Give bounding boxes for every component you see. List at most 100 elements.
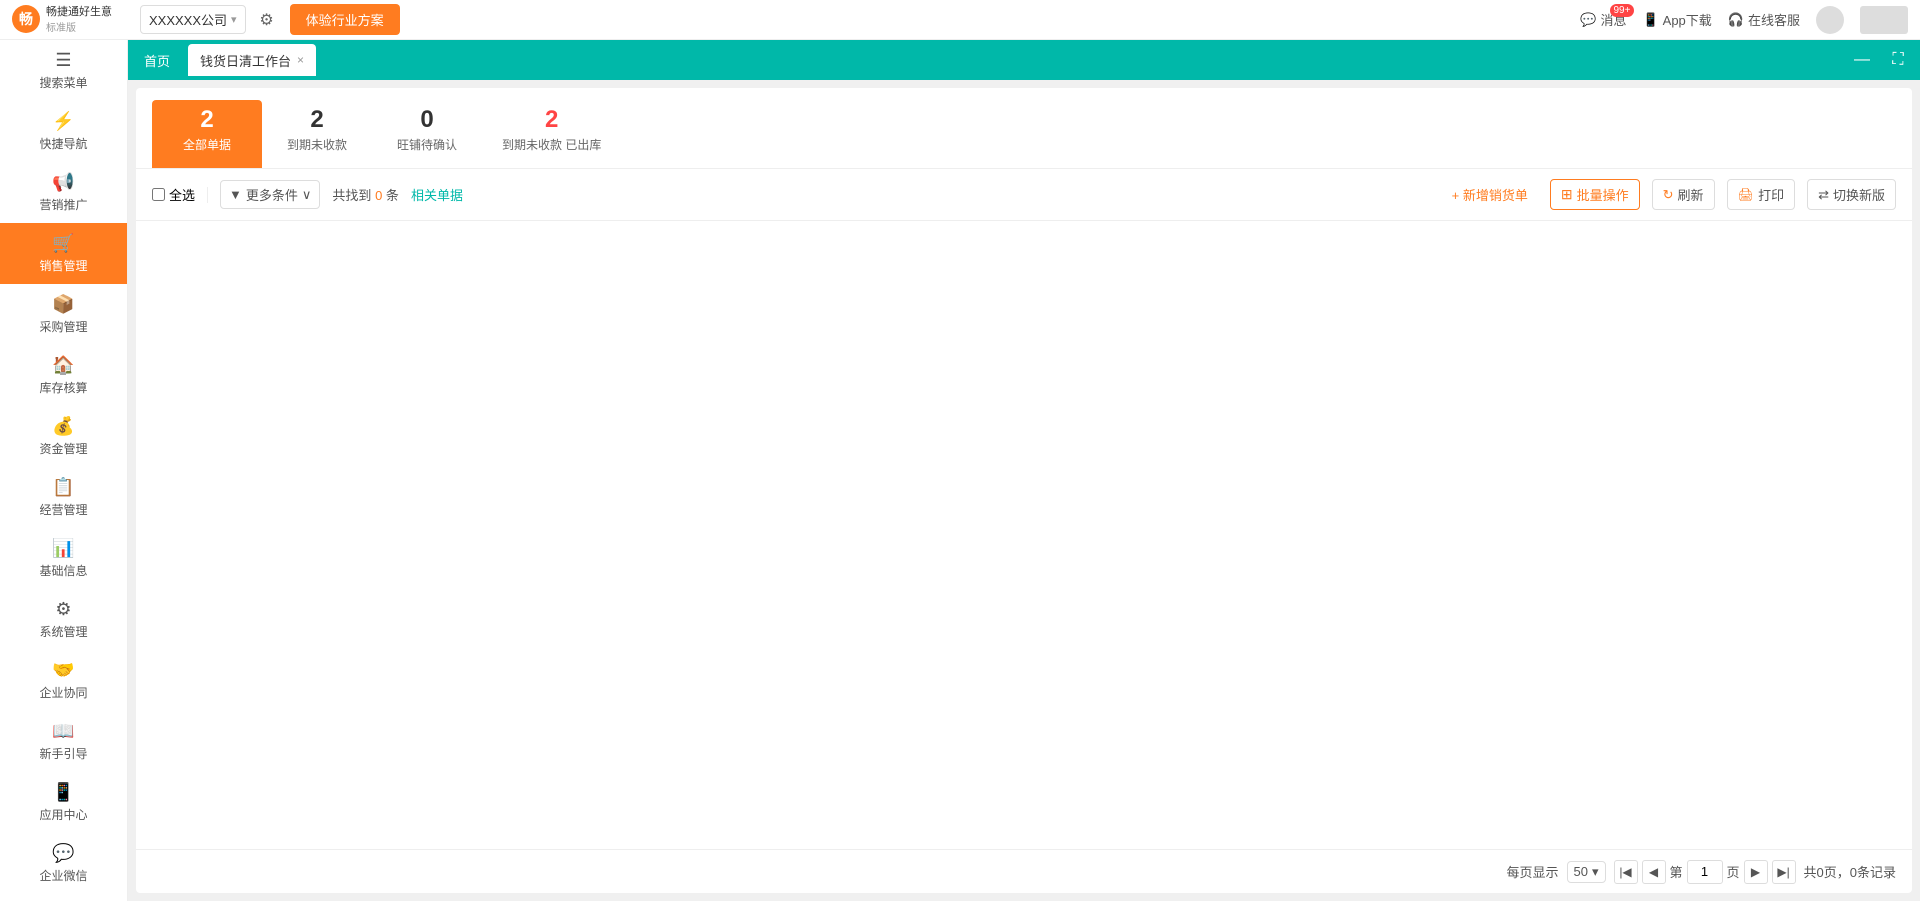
sales-icon: 🛒 <box>52 233 74 254</box>
select-all-checkbox[interactable]: 全选 <box>152 185 195 204</box>
sidebar-item-basic-info[interactable]: 📊 基础信息 <box>0 528 127 589</box>
messages-button[interactable]: 💬 消息 99+ <box>1580 10 1626 29</box>
sidebar-item-system[interactable]: ⚙ 系统管理 <box>0 589 127 650</box>
stat-tab-shipped[interactable]: 2 到期未收款 已出库 <box>482 100 621 168</box>
purchase-icon: 📦 <box>52 294 74 315</box>
select-all-label: 全选 <box>169 185 195 204</box>
tab-bar-actions: — ⛶ <box>1848 46 1920 74</box>
maximize-button[interactable]: ⛶ <box>1884 46 1912 74</box>
sidebar-item-marketing[interactable]: 📢 营销推广 <box>0 162 127 223</box>
stat-num-shipped: 2 <box>545 106 558 134</box>
switch-label: 切换新版 <box>1833 185 1885 204</box>
collaboration-icon: 🤝 <box>52 660 74 681</box>
filter-button[interactable]: ▼ 更多条件 ∨ <box>220 180 320 209</box>
operations-icon: 📋 <box>52 477 74 498</box>
avatar[interactable] <box>1816 6 1844 34</box>
sidebar-label-sales: 销售管理 <box>39 257 87 274</box>
refresh-icon: ↻ <box>1663 187 1674 203</box>
found-text: 共找到 0 条 <box>332 185 399 204</box>
sidebar-label-guide: 新手引导 <box>39 745 87 762</box>
batch-icon: ⊞ <box>1561 186 1573 203</box>
total-info: 共0页，0条记录 <box>1804 862 1896 881</box>
marketing-icon: 📢 <box>52 172 74 193</box>
sidebar-label-search: 搜索菜单 <box>39 74 87 91</box>
sidebar-item-operations[interactable]: 📋 经营管理 <box>0 467 127 528</box>
online-service-button[interactable]: 🎧 在线客服 <box>1728 10 1800 29</box>
sidebar-item-purchase[interactable]: 📦 采购管理 <box>0 284 127 345</box>
settings-button[interactable]: ⚙ <box>252 5 282 35</box>
stat-num-overdue: 2 <box>310 106 323 134</box>
top-header: 畅 畅捷通好生意 标准版 XXXXXX公司 ▾ ⚙ 体验行业方案 💬 消息 99… <box>0 0 1920 40</box>
switch-icon: ⇄ <box>1818 187 1829 203</box>
related-bills-link[interactable]: 相关单据 <box>411 185 463 204</box>
logo-title: 畅捷通好生意 <box>46 5 112 19</box>
company-selector[interactable]: XXXXXX公司 ▾ <box>140 5 246 34</box>
stat-num-wangpu: 0 <box>420 106 433 134</box>
tab-close-button[interactable]: × <box>297 53 304 67</box>
guide-icon: 📖 <box>52 721 74 742</box>
next-page-button[interactable]: ▶ <box>1744 860 1768 884</box>
stat-tab-overdue[interactable]: 2 到期未收款 <box>262 100 372 168</box>
select-all-input[interactable] <box>152 188 165 201</box>
tab-page-label: 钱货日清工作台 <box>200 51 291 70</box>
batch-operations-button[interactable]: ⊞ 批量操作 <box>1550 179 1640 210</box>
app-download-button[interactable]: 📱 App下载 <box>1642 10 1711 29</box>
page-suffix: 页 <box>1727 862 1740 881</box>
filter-chevron-icon: ∨ <box>302 187 312 203</box>
stat-label-overdue: 到期未收款 <box>287 136 347 153</box>
page-size-selector[interactable]: 50 ▾ <box>1567 861 1606 883</box>
tab-current-page[interactable]: 钱货日清工作台 × <box>188 44 316 76</box>
stat-tab-all[interactable]: 2 全部单据 <box>152 100 262 168</box>
app-icon: 📱 <box>1642 12 1658 28</box>
page-input[interactable] <box>1687 860 1723 884</box>
sidebar-item-wechat[interactable]: 💬 企业微信 <box>0 833 127 894</box>
minimize-button[interactable]: — <box>1848 46 1876 74</box>
search-menu-icon: ☰ <box>55 50 71 71</box>
logo-icon: 畅 <box>12 5 40 33</box>
chevron-down-icon: ▾ <box>231 13 237 26</box>
print-label: 打印 <box>1758 185 1784 204</box>
print-button[interactable]: 🖨 打印 <box>1727 179 1796 210</box>
sidebar-label-basic-info: 基础信息 <box>39 562 87 579</box>
tab-home[interactable]: 首页 <box>128 40 186 80</box>
stat-label-wangpu: 旺铺待确认 <box>397 136 457 153</box>
sidebar-label-operations: 经营管理 <box>39 501 87 518</box>
sidebar-item-app-center[interactable]: 📱 应用中心 <box>0 772 127 833</box>
finance-icon: 💰 <box>52 416 74 437</box>
first-page-button[interactable]: |◀ <box>1614 860 1638 884</box>
sidebar-item-quick[interactable]: ⚡ 快捷导航 <box>0 101 127 162</box>
sidebar-item-search[interactable]: ☰ 搜索菜单 <box>0 40 127 101</box>
user-name-area <box>1860 6 1908 34</box>
refresh-button[interactable]: ↻ 刷新 <box>1652 179 1715 210</box>
page-size-value: 50 <box>1574 864 1588 879</box>
system-icon: ⚙ <box>55 599 71 620</box>
switch-version-button[interactable]: ⇄ 切换新版 <box>1807 179 1896 210</box>
per-page-label: 每页显示 <box>1506 862 1558 881</box>
filter-icon: ▼ <box>229 187 242 202</box>
quick-nav-icon: ⚡ <box>52 111 74 132</box>
sidebar-item-finance[interactable]: 💰 资金管理 <box>0 406 127 467</box>
sidebar-label-finance: 资金管理 <box>39 440 87 457</box>
sidebar-label-system: 系统管理 <box>39 623 87 640</box>
content-panel: 2 全部单据 2 到期未收款 0 旺铺待确认 2 到期未收款 已出库 全选 <box>136 88 1912 893</box>
sidebar-label-marketing: 营销推广 <box>39 196 87 213</box>
page-size-chevron-icon: ▾ <box>1592 864 1599 880</box>
prev-page-button[interactable]: ◀ <box>1642 860 1666 884</box>
page-nav: |◀ ◀ 第 页 ▶ ▶| <box>1614 860 1796 884</box>
sidebar-label-quick: 快捷导航 <box>39 135 87 152</box>
filter-label: 更多条件 <box>246 185 298 204</box>
sidebar-item-membership[interactable]: V 畅会员 <box>0 894 127 901</box>
app-center-icon: 📱 <box>52 782 74 803</box>
service-icon: 🎧 <box>1728 12 1744 28</box>
page-label: 第 <box>1670 862 1683 881</box>
sidebar-item-inventory[interactable]: 🏠 库存核算 <box>0 345 127 406</box>
found-count: 0 <box>375 188 382 203</box>
basic-info-icon: 📊 <box>52 538 74 559</box>
last-page-button[interactable]: ▶| <box>1772 860 1796 884</box>
trial-button[interactable]: 体验行业方案 <box>290 4 400 35</box>
add-sales-order-button[interactable]: + 新增销货单 <box>1442 180 1538 209</box>
sidebar-item-guide[interactable]: 📖 新手引导 <box>0 711 127 772</box>
sidebar-item-sales[interactable]: 🛒 销售管理 <box>0 223 127 284</box>
stat-tab-wangpu[interactable]: 0 旺铺待确认 <box>372 100 482 168</box>
sidebar-item-collaboration[interactable]: 🤝 企业协同 <box>0 650 127 711</box>
